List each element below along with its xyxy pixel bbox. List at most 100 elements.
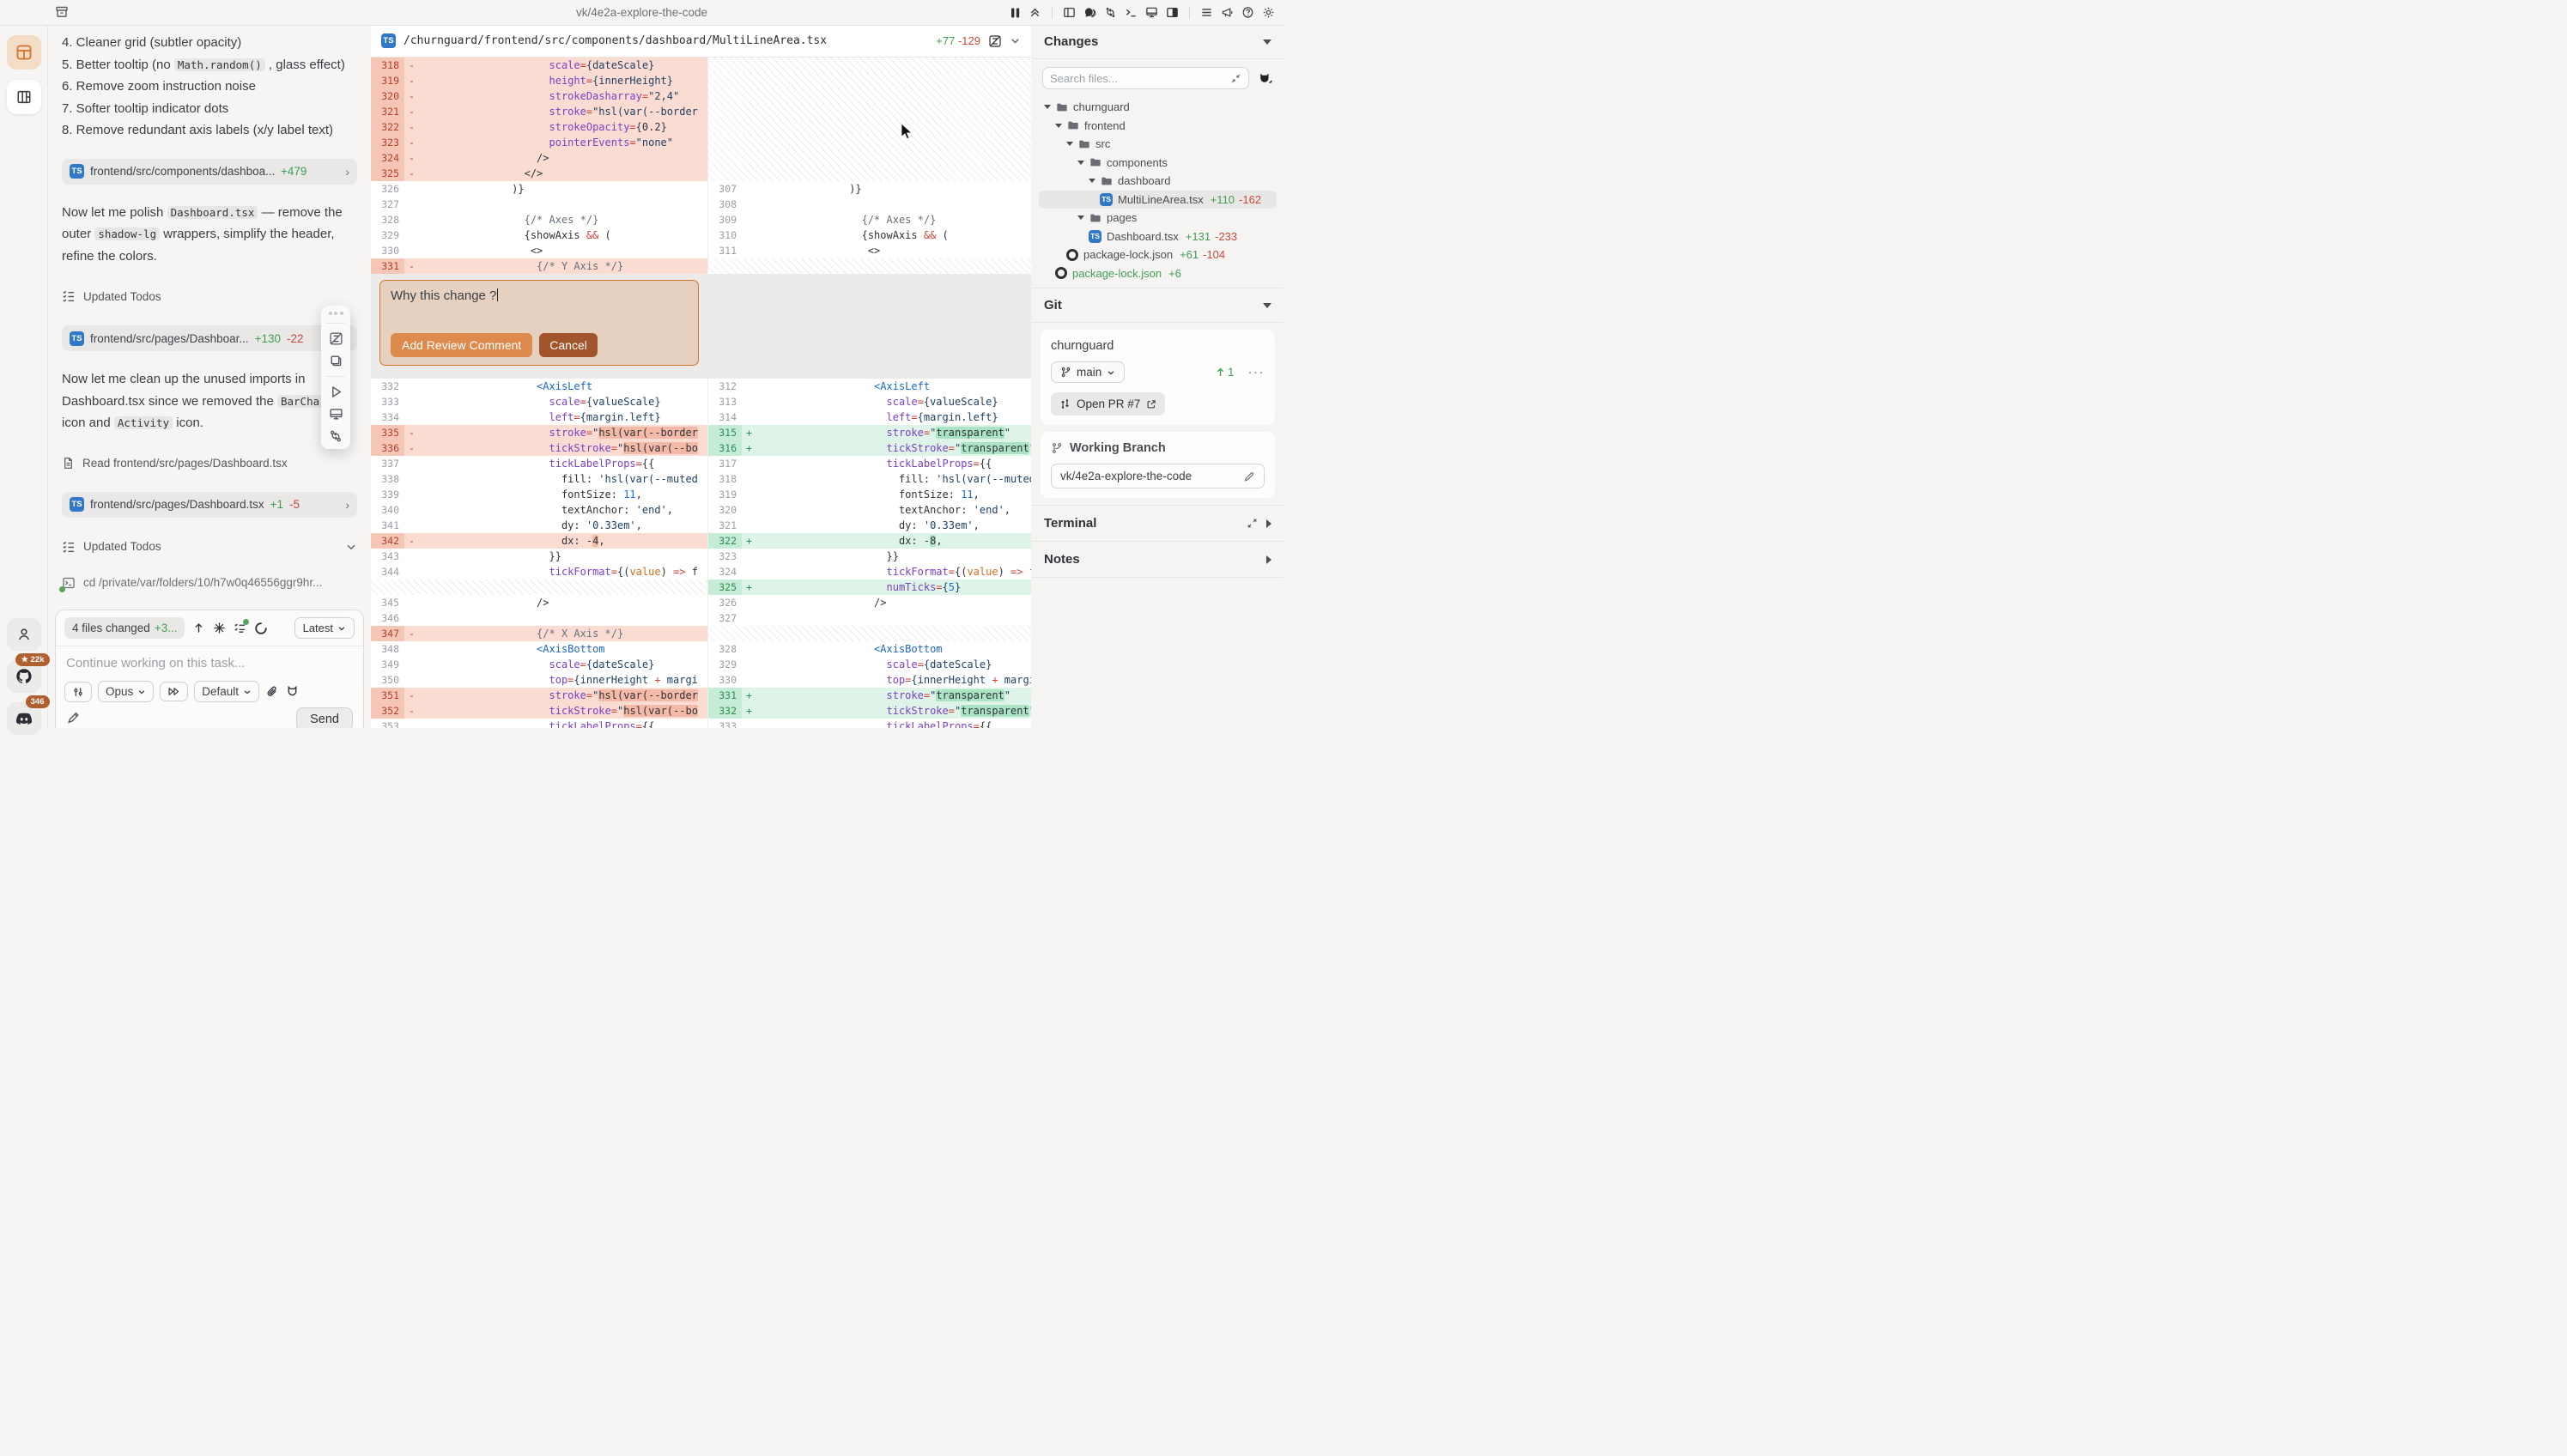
read-file-row[interactable]: Read frontend/src/pages/Dashboard.tsx [62, 457, 357, 470]
line-number[interactable]: 318 [708, 471, 742, 487]
commits-ahead[interactable]: 1 [1215, 366, 1235, 379]
line-number[interactable]: 328 [708, 641, 742, 657]
line-number[interactable]: 317 [708, 456, 742, 471]
todos-icon[interactable] [234, 622, 246, 634]
diff-row[interactable]: 327308 [371, 197, 1031, 212]
play-icon[interactable] [329, 385, 343, 399]
copy-icon[interactable] [329, 354, 343, 368]
line-number[interactable]: 319 [708, 487, 742, 502]
review-comment-box[interactable]: Why this change ? Add Review Comment Can… [379, 280, 699, 366]
diff-row[interactable]: 338 fill: 'hsl(var(--muted318 fill: 'hsl… [371, 471, 1031, 487]
line-number[interactable]: 325 [371, 166, 404, 181]
megaphone-icon[interactable] [1221, 6, 1234, 19]
diff-row[interactable]: 347- {/* X Axis */} [371, 626, 1031, 641]
caret-down-icon[interactable] [1089, 179, 1095, 183]
files-changed-chip[interactable]: 4 files changed +3... [64, 617, 185, 639]
drag-handle[interactable] [329, 312, 343, 315]
caret-down-icon[interactable] [1044, 105, 1051, 109]
line-number[interactable]: 315 [708, 425, 742, 440]
line-number[interactable]: 308 [708, 197, 742, 212]
line-number[interactable]: 320 [371, 88, 404, 104]
annotate-icon[interactable] [329, 331, 343, 346]
tree-item-churnguard[interactable]: churnguard [1039, 98, 1277, 117]
line-number[interactable]: 328 [371, 212, 404, 228]
caret-down-icon[interactable] [1077, 215, 1084, 220]
line-number[interactable]: 323 [371, 135, 404, 150]
panel-left-icon[interactable] [1063, 6, 1076, 19]
tree-item-package-lock-json[interactable]: package-lock.json+6 [1039, 264, 1277, 283]
line-number[interactable]: 344 [371, 564, 404, 579]
collapse-up-icon[interactable] [1029, 6, 1041, 19]
line-number[interactable]: 324 [371, 150, 404, 166]
git-compare-icon[interactable] [1104, 6, 1117, 19]
mode-dropdown[interactable]: Default [194, 681, 259, 702]
line-number[interactable]: 318 [371, 58, 404, 73]
diff-row[interactable]: 333 scale={valueScale}313 scale={valueSc… [371, 394, 1031, 410]
terminal-section-header[interactable]: Terminal [1032, 506, 1284, 541]
diff-row[interactable]: 326 )}307 )} [371, 181, 1031, 197]
line-number[interactable]: 326 [371, 181, 404, 197]
line-number[interactable]: 316 [708, 440, 742, 456]
line-number[interactable]: 330 [708, 672, 742, 688]
discord-button[interactable]: 346 [7, 702, 41, 735]
latest-dropdown[interactable]: Latest [294, 617, 355, 639]
diff-row[interactable]: 330 <>311 <> [371, 243, 1031, 258]
diff-row[interactable]: 325+ numTicks={5} [371, 579, 1031, 595]
line-number[interactable]: 336 [371, 440, 404, 456]
line-number[interactable]: 322 [371, 119, 404, 135]
line-number[interactable]: 353 [371, 719, 404, 728]
diff-row[interactable]: 329 {showAxis && (310 {showAxis && ( [371, 228, 1031, 243]
updated-todos-row-2[interactable]: Updated Todos [62, 540, 357, 554]
cat-icon[interactable] [285, 684, 300, 699]
gear-icon[interactable] [1262, 6, 1275, 19]
tree-item-frontend[interactable]: frontend [1039, 117, 1277, 136]
line-number[interactable]: 320 [708, 502, 742, 518]
diff-row[interactable]: 321- stroke="hsl(var(--border [371, 104, 1031, 119]
pause-icon[interactable] [1010, 7, 1021, 19]
diff-row[interactable]: 348 <AxisBottom328 <AxisBottom [371, 641, 1031, 657]
tree-item-dashboard[interactable]: dashboard [1039, 172, 1277, 191]
line-number[interactable]: 352 [371, 703, 404, 719]
cancel-button[interactable]: Cancel [539, 333, 598, 357]
updated-todos-row[interactable]: Updated Todos [62, 289, 357, 303]
line-number[interactable]: 325 [708, 579, 742, 595]
help-icon[interactable] [1241, 6, 1254, 19]
line-number[interactable]: 342 [371, 533, 404, 549]
diff-row[interactable]: 339 fontSize: 11,319 fontSize: 11, [371, 487, 1031, 502]
line-number[interactable]: 321 [371, 104, 404, 119]
line-number[interactable]: 319 [371, 73, 404, 88]
line-number[interactable]: 351 [371, 688, 404, 703]
diff-row[interactable]: 345 />326 /> [371, 595, 1031, 610]
account-button[interactable] [7, 618, 41, 651]
line-number[interactable]: 313 [708, 394, 742, 410]
line-number[interactable]: 307 [708, 181, 742, 197]
more-actions-button[interactable]: ··· [1248, 365, 1265, 379]
line-number[interactable]: 330 [371, 243, 404, 258]
attach-icon[interactable] [265, 685, 279, 699]
spark-icon[interactable] [213, 622, 226, 634]
line-number[interactable]: 349 [371, 657, 404, 672]
notes-section-header[interactable]: Notes [1032, 542, 1284, 577]
tree-item-multilinearea-tsx[interactable]: TSMultiLineArea.tsx+110-162 [1039, 191, 1277, 209]
branch-dropdown[interactable]: main [1051, 361, 1125, 383]
pencil-icon[interactable] [1243, 470, 1255, 482]
line-number[interactable]: 334 [371, 410, 404, 425]
diff-row[interactable]: 342- dx: -4,322+ dx: -8, [371, 533, 1031, 549]
line-number[interactable]: 331 [708, 688, 742, 703]
tree-item-dashboard-tsx[interactable]: TSDashboard.tsx+131-233 [1039, 228, 1277, 246]
line-number[interactable]: 309 [708, 212, 742, 228]
send-button[interactable]: Send [296, 707, 353, 728]
tree-item-pages[interactable]: pages [1039, 209, 1277, 228]
monitor-icon[interactable] [1145, 6, 1158, 19]
line-number[interactable]: 333 [371, 394, 404, 410]
diff-row[interactable]: 351- stroke="hsl(var(--border331+ stroke… [371, 688, 1031, 703]
chevron-down-icon[interactable] [1010, 35, 1021, 46]
git-compare-icon[interactable] [329, 429, 343, 443]
line-number[interactable]: 310 [708, 228, 742, 243]
line-number[interactable]: 331 [371, 258, 404, 274]
diff-row[interactable]: 343 }}323 }} [371, 549, 1031, 564]
line-number[interactable]: 337 [371, 456, 404, 471]
diff-row[interactable]: 334 left={margin.left}314 left={margin.l… [371, 410, 1031, 425]
scroll-up-icon[interactable] [192, 622, 205, 634]
line-number[interactable]: 340 [371, 502, 404, 518]
